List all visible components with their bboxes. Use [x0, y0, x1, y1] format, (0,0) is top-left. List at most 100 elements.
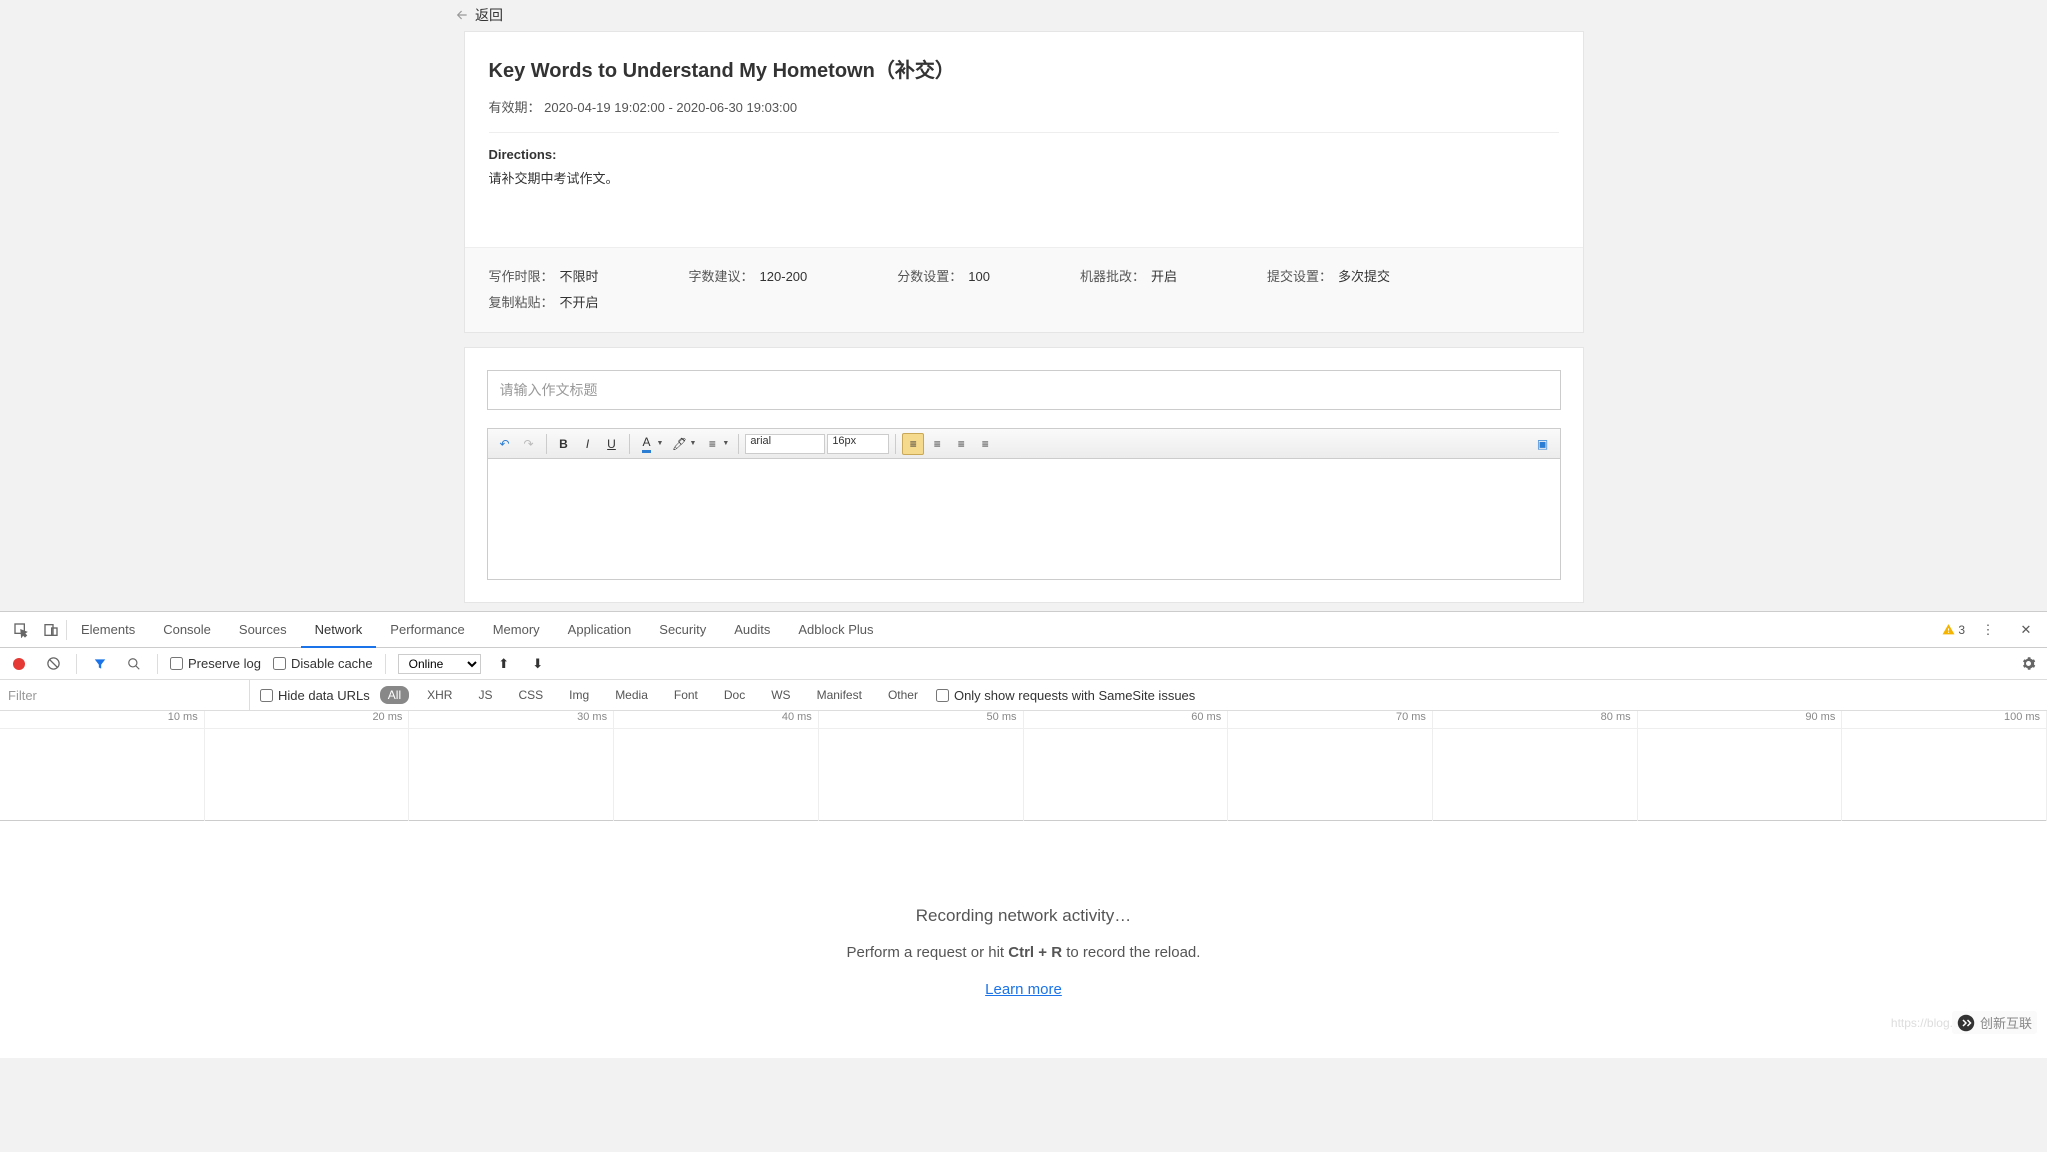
text-color-button[interactable]: A [636, 433, 658, 455]
font-size-select[interactable]: 16px [827, 434, 889, 454]
directions-label: Directions: [489, 147, 1559, 162]
back-button[interactable]: 返回 [455, 5, 2047, 25]
pill-media[interactable]: Media [607, 686, 656, 704]
separator [385, 654, 386, 674]
brand-icon [1957, 1014, 1975, 1032]
separator [76, 654, 77, 674]
tick: 20 ms [205, 711, 410, 728]
close-icon[interactable]: ✕ [2011, 622, 2041, 638]
filter-icon[interactable] [89, 653, 111, 675]
preserve-log-checkbox[interactable]: Preserve log [170, 656, 261, 671]
warning-badge[interactable]: 3 [1942, 623, 1965, 637]
recording-message: Recording network activity… [0, 906, 2047, 926]
validity-value: 2020-04-19 19:02:00 - 2020-06-30 19:03:0… [544, 100, 797, 115]
brand-badge: 创新互联 [1952, 1011, 2037, 1034]
tick: 60 ms [1024, 711, 1229, 728]
learn-more-link[interactable]: Learn more [985, 981, 1062, 998]
fullscreen-button[interactable]: ▣ [1532, 433, 1554, 455]
chevron-down-icon[interactable]: ▼ [657, 440, 664, 447]
kebab-menu-icon[interactable]: ⋮ [1973, 622, 2003, 638]
tick: 100 ms [1842, 711, 2047, 728]
tab-network[interactable]: Network [301, 613, 377, 648]
italic-button[interactable]: I [577, 433, 599, 455]
bold-button[interactable]: B [553, 433, 575, 455]
clear-button[interactable] [42, 653, 64, 675]
pill-manifest[interactable]: Manifest [809, 686, 870, 704]
devtools-panel: Elements Console Sources Network Perform… [0, 611, 2047, 1058]
network-toolbar: Preserve log Disable cache Online ⬆ ⬇ [0, 648, 2047, 680]
pill-js[interactable]: JS [470, 686, 500, 704]
validity-row: 有效期： 2020-04-19 19:02:00 - 2020-06-30 19… [489, 97, 1559, 116]
bg-color-button[interactable]: 🖊 [668, 433, 690, 455]
app-page: 返回 Key Words to Understand My Hometown（补… [0, 0, 2047, 603]
divider [489, 132, 1559, 133]
chevron-down-icon[interactable]: ▼ [722, 440, 729, 447]
settings-icon[interactable] [2017, 653, 2039, 675]
download-icon[interactable]: ⬇ [527, 653, 549, 675]
tick: 40 ms [614, 711, 819, 728]
disable-cache-checkbox[interactable]: Disable cache [273, 656, 373, 671]
warning-icon [1942, 623, 1955, 636]
align-center-button[interactable]: ≡ [926, 433, 948, 455]
tab-application[interactable]: Application [554, 612, 646, 647]
tab-adblock[interactable]: Adblock Plus [784, 612, 887, 647]
back-label: 返回 [475, 5, 503, 25]
tab-sources[interactable]: Sources [225, 612, 301, 647]
undo-button[interactable]: ↶ [494, 433, 516, 455]
samesite-checkbox[interactable]: Only show requests with SameSite issues [936, 688, 1195, 703]
validity-label: 有效期： [489, 100, 541, 115]
editor-card: ↶ ↷ B I U A▼ 🖊▼ ≡▼ arial 16px ≡ ≡ ≡ ≡ ▣ [464, 347, 1584, 603]
meta-time-limit: 写作时限：不限时 [489, 264, 599, 290]
hide-data-urls-checkbox[interactable]: Hide data URLs [260, 688, 370, 703]
meta-submit: 提交设置：多次提交 [1267, 264, 1390, 290]
align-right-button[interactable]: ≡ [950, 433, 972, 455]
underline-button[interactable]: U [601, 433, 623, 455]
network-timeline[interactable]: 10 ms 20 ms 30 ms 40 ms 50 ms 60 ms 70 m… [0, 711, 2047, 821]
device-toggle-icon[interactable] [36, 622, 66, 638]
tab-security[interactable]: Security [645, 612, 720, 647]
pill-xhr[interactable]: XHR [419, 686, 460, 704]
search-icon[interactable] [123, 653, 145, 675]
throttle-select[interactable]: Online [398, 654, 481, 674]
meta-score: 分数设置：100 [897, 264, 990, 290]
record-button[interactable] [8, 653, 30, 675]
inspect-icon[interactable] [6, 622, 36, 638]
tab-memory[interactable]: Memory [479, 612, 554, 647]
essay-title-input[interactable] [487, 370, 1561, 410]
upload-icon[interactable]: ⬆ [493, 653, 515, 675]
meta-auto-grade: 机器批改：开启 [1080, 264, 1177, 290]
network-filter-bar: Hide data URLs All XHR JS CSS Img Media … [0, 680, 2047, 711]
devtools-tabs: Elements Console Sources Network Perform… [0, 612, 2047, 648]
font-family-select[interactable]: arial [745, 434, 825, 454]
rte-content[interactable] [488, 459, 1560, 579]
chevron-down-icon[interactable]: ▼ [689, 440, 696, 447]
align-left-button[interactable]: ≡ [902, 433, 924, 455]
tab-performance[interactable]: Performance [376, 612, 478, 647]
pill-doc[interactable]: Doc [716, 686, 753, 704]
network-empty-state: Recording network activity… Perform a re… [0, 821, 2047, 1058]
back-arrow-icon [455, 8, 469, 22]
tick: 10 ms [0, 711, 205, 728]
redo-button[interactable]: ↷ [518, 433, 540, 455]
pill-font[interactable]: Font [666, 686, 706, 704]
rich-text-editor: ↶ ↷ B I U A▼ 🖊▼ ≡▼ arial 16px ≡ ≡ ≡ ≡ ▣ [487, 428, 1561, 580]
tab-console[interactable]: Console [149, 612, 225, 647]
tab-audits[interactable]: Audits [720, 612, 784, 647]
separator [895, 434, 896, 454]
pill-ws[interactable]: WS [763, 686, 798, 704]
tick: 30 ms [409, 711, 614, 728]
hint-message: Perform a request or hit Ctrl + R to rec… [0, 944, 2047, 961]
pill-css[interactable]: CSS [510, 686, 551, 704]
separator [629, 434, 630, 454]
tick: 90 ms [1638, 711, 1843, 728]
filter-input[interactable] [0, 680, 250, 710]
pill-img[interactable]: Img [561, 686, 597, 704]
tab-elements[interactable]: Elements [67, 612, 149, 647]
pill-other[interactable]: Other [880, 686, 926, 704]
list-button[interactable]: ≡ [701, 433, 723, 455]
rte-toolbar: ↶ ↷ B I U A▼ 🖊▼ ≡▼ arial 16px ≡ ≡ ≡ ≡ ▣ [488, 429, 1560, 459]
meta-copy-paste: 复制粘贴：不开启 [489, 290, 1469, 316]
pill-all[interactable]: All [380, 686, 409, 704]
directions-text: 请补交期中考试作文。 [489, 168, 1559, 187]
align-justify-button[interactable]: ≡ [974, 433, 996, 455]
